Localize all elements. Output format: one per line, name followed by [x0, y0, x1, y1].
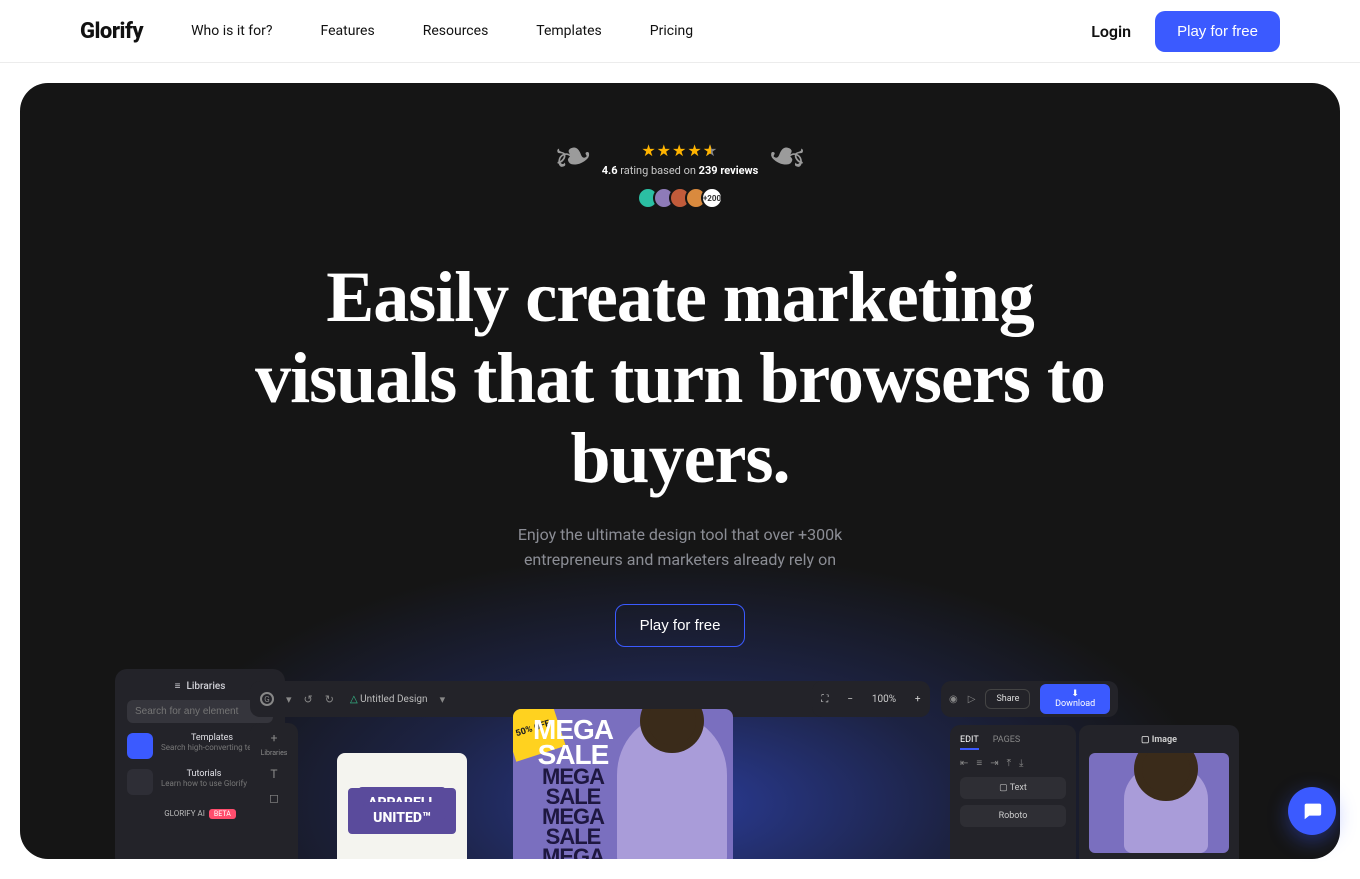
undo-icon[interactable]: ↺	[304, 693, 313, 706]
share-button[interactable]: Share	[985, 689, 1030, 709]
tab-edit[interactable]: EDIT	[960, 735, 979, 750]
star-half-icon: ★	[703, 141, 719, 160]
beta-badge: BETA	[209, 809, 236, 819]
nav-templates[interactable]: Templates	[536, 23, 602, 39]
hero-sub: Enjoy the ultimate design tool that over…	[470, 523, 890, 573]
shapes-icon[interactable]: ◻	[269, 791, 279, 805]
star-icon: ★	[687, 141, 702, 160]
chat-launcher[interactable]	[1288, 787, 1336, 835]
avatar-row: +200	[575, 187, 785, 209]
redo-icon[interactable]: ↻	[325, 693, 334, 706]
image-thumbnail[interactable]	[1089, 753, 1229, 853]
edit-panel: EDIT PAGES ⇤ ≡ ⇥ ⤒ ⤓ ▢ Text Roboto	[950, 725, 1076, 859]
rating-count: 239 reviews	[699, 164, 759, 177]
model-photo	[617, 715, 727, 859]
zoom-in-icon[interactable]: +	[915, 694, 921, 705]
star-icon: ★	[657, 141, 672, 160]
zoom-out-icon[interactable]: −	[847, 694, 853, 705]
nav-right: Login Play for free	[1091, 11, 1280, 52]
hero-card: ❧ ❧ ★★★★★ 4.6 rating based on 239 review…	[20, 83, 1340, 859]
plus-icon[interactable]: +	[271, 731, 278, 745]
nav-pricing[interactable]: Pricing	[650, 23, 693, 39]
lib-item-sub: Learn how to use Glorify	[161, 779, 247, 788]
template-icon	[127, 733, 153, 759]
app-logo-icon[interactable]: G	[260, 692, 274, 706]
play-icon[interactable]: ▷	[968, 694, 976, 705]
crop-icon[interactable]: ⛶	[821, 694, 828, 705]
rating-badge: ❧ ❧ ★★★★★ 4.6 rating based on 239 review…	[575, 141, 785, 209]
canvas-card-video[interactable]: Video 50% OFF MEGA SALE MEGA SALE MEGA S…	[513, 709, 733, 859]
zoom-value: 100%	[872, 694, 896, 705]
hero-headline: Easily create marketing visuals that tur…	[230, 257, 1130, 499]
share-bar: ◉ ▷ Share ⬇ Download	[941, 681, 1118, 717]
align-top-icon[interactable]: ⤒	[1007, 758, 1011, 769]
nav-links: Who is it for? Features Resources Templa…	[191, 23, 693, 39]
zoom-control: ⛶ − 100% +	[812, 681, 930, 717]
hero-cta-button[interactable]: Play for free	[615, 604, 746, 647]
lib-item-title: Templates	[161, 733, 263, 743]
star-row: ★★★★★	[575, 141, 785, 160]
align-right-icon[interactable]: ⇥	[990, 758, 998, 769]
tools-strip: + Libraries T ◻	[250, 723, 298, 859]
chevron-down-icon[interactable]: ▾	[286, 693, 292, 706]
top-nav: Glorify Who is it for? Features Resource…	[0, 0, 1360, 63]
hero-wrap: ❧ ❧ ★★★★★ 4.6 rating based on 239 review…	[0, 63, 1360, 879]
star-icon: ★	[672, 141, 687, 160]
image-panel: ▢ Image	[1079, 725, 1239, 859]
text-section[interactable]: ▢ Text	[960, 777, 1066, 799]
align-center-icon[interactable]: ≡	[976, 758, 982, 769]
lib-item-title: Tutorials	[161, 769, 247, 779]
tab-pages[interactable]: PAGES	[993, 735, 1020, 750]
login-link[interactable]: Login	[1091, 22, 1131, 41]
nav-cta-button[interactable]: Play for free	[1155, 11, 1280, 52]
nav-who[interactable]: Who is it for?	[191, 23, 272, 39]
nav-resources[interactable]: Resources	[423, 23, 489, 39]
text-icon[interactable]: T	[270, 767, 277, 781]
nav-features[interactable]: Features	[321, 23, 375, 39]
record-icon[interactable]: ◉	[949, 694, 958, 705]
align-icons-row: ⇤ ≡ ⇥ ⤒ ⤓	[960, 758, 1066, 769]
app-mock: ≡ Libraries Templates Search high-convert…	[115, 669, 1245, 859]
chat-icon	[1301, 800, 1323, 822]
doc-title[interactable]: Untitled Design	[350, 694, 428, 705]
tools-label: Libraries	[261, 749, 288, 757]
lib-item-sub: Search high-converting temp	[161, 743, 263, 752]
nav-left: Glorify Who is it for? Features Resource…	[80, 19, 693, 44]
canvas-card-logo[interactable]: Logo APPARELLUNITED™	[337, 753, 467, 859]
tutorial-icon	[127, 769, 153, 795]
align-left-icon[interactable]: ⇤	[960, 758, 968, 769]
rating-value: 4.6	[602, 164, 618, 177]
font-select[interactable]: Roboto	[960, 805, 1066, 827]
align-bottom-icon[interactable]: ⤓	[1019, 758, 1023, 769]
sale-text: MEGA SALE MEGA SALE MEGA SALE MEGA SALE	[513, 709, 633, 859]
avatar-more: +200	[701, 187, 723, 209]
brand-mark: APPARELLUNITED™	[337, 753, 467, 859]
rating-text: 4.6 rating based on 239 reviews	[575, 164, 785, 177]
brand-logo[interactable]: Glorify	[80, 19, 143, 44]
rating-mid: rating based on	[618, 164, 699, 177]
image-panel-title: ▢ Image	[1089, 735, 1229, 745]
chevron-down-icon[interactable]: ▾	[440, 693, 446, 706]
star-icon: ★	[641, 141, 656, 160]
download-button[interactable]: ⬇ Download	[1040, 684, 1110, 714]
